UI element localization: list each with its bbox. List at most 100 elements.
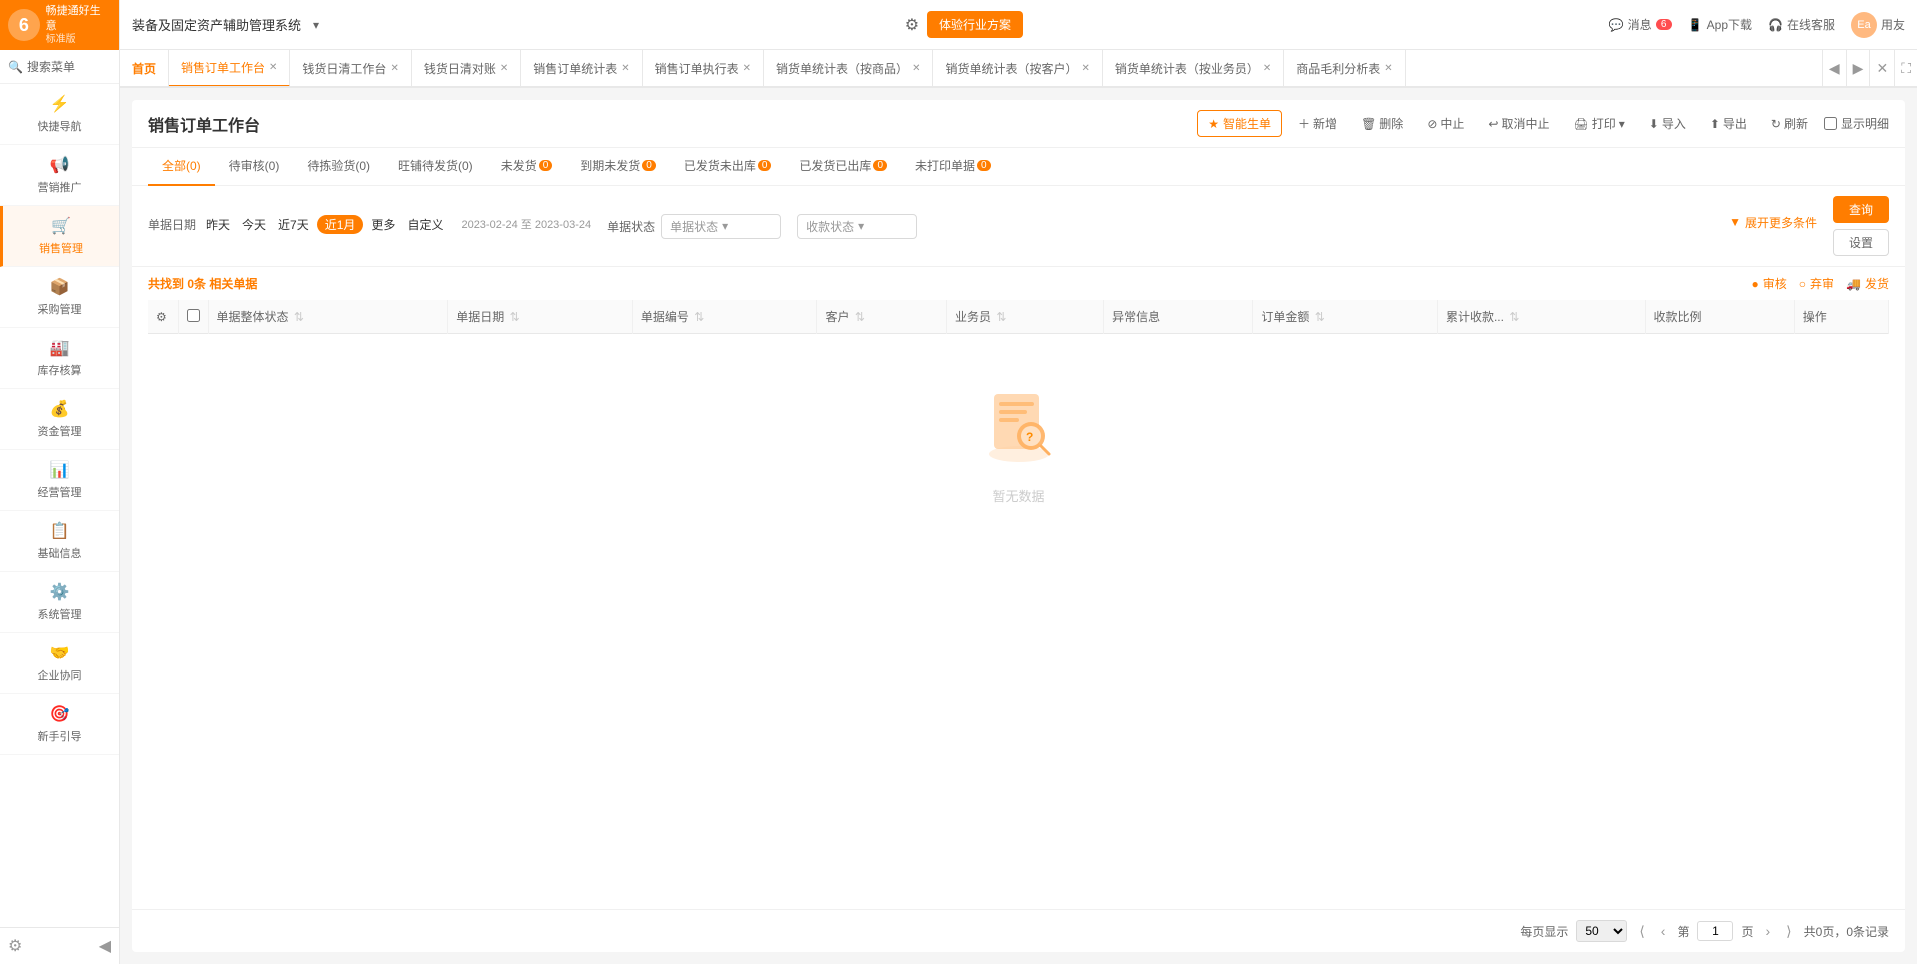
cancel-review-btn[interactable]: ○ 弃审 bbox=[1799, 275, 1834, 292]
th-checkbox[interactable] bbox=[178, 300, 208, 334]
add-btn[interactable]: ＋ 新增 bbox=[1290, 111, 1345, 136]
set-btn[interactable]: 设置 bbox=[1833, 229, 1889, 256]
payment-status-select[interactable]: 收款状态 ▾ bbox=[797, 214, 917, 239]
page-last-btn[interactable]: ⟩ bbox=[1782, 921, 1795, 942]
date-btn-custom[interactable]: 自定义 bbox=[403, 214, 447, 235]
stop-btn[interactable]: ⊘ 中止 bbox=[1419, 111, 1472, 136]
tab-sales-by-staff[interactable]: 销货单统计表（按业务员） ✕ bbox=[1103, 50, 1284, 87]
page-size-select[interactable]: 50 100 200 bbox=[1576, 920, 1627, 942]
print-btn[interactable]: 🖨 打印 ▾ bbox=[1565, 111, 1632, 136]
date-btn-1month[interactable]: 近1月 bbox=[317, 215, 364, 234]
tab-close-sales-by-customer[interactable]: ✕ bbox=[1081, 63, 1089, 74]
status-select[interactable]: 单据状态 ▾ bbox=[661, 214, 781, 239]
expand-conditions-btn[interactable]: ▼ 展开更多条件 bbox=[1729, 214, 1817, 231]
show-detail-checkbox[interactable] bbox=[1824, 117, 1837, 130]
tab-cash-reconcile[interactable]: 钱货日清对账 ✕ bbox=[412, 50, 521, 87]
sub-tab-wangpu-pending[interactable]: 旺铺待发货(0) bbox=[384, 148, 487, 186]
sort-date[interactable]: ⇅ bbox=[510, 310, 520, 324]
sub-tab-not-delivered[interactable]: 未发货 0 bbox=[487, 148, 567, 186]
tab-close-all-btn[interactable]: ✕ bbox=[1869, 50, 1894, 87]
show-detail-label[interactable]: 显示明细 bbox=[1824, 115, 1889, 132]
sub-tab-not-printed[interactable]: 未打印单据 0 bbox=[901, 148, 1005, 186]
th-settings[interactable]: ⚙ bbox=[148, 300, 178, 334]
tab-close-sales-stats[interactable]: ✕ bbox=[621, 63, 629, 74]
ship-btn[interactable]: 🚚 发货 bbox=[1846, 275, 1889, 292]
tab-cash-daily[interactable]: 钱货日清工作台 ✕ bbox=[290, 50, 411, 87]
sidebar-item-system[interactable]: ⚙️ 系统管理 bbox=[0, 572, 119, 633]
app-download-item[interactable]: 📱 App下载 bbox=[1688, 16, 1752, 33]
tab-sales-stats[interactable]: 销售订单统计表 ✕ bbox=[521, 50, 642, 87]
review-btn[interactable]: ● 审核 bbox=[1752, 275, 1787, 292]
page-input[interactable] bbox=[1697, 921, 1733, 941]
message-badge: 6 bbox=[1656, 19, 1672, 30]
table-wrap: ⚙ 单据整体状态 ⇅ 单据日期 ⇅ 单据编号 bbox=[132, 300, 1905, 909]
page-prev-btn[interactable]: ‹ bbox=[1657, 921, 1670, 941]
settings-bottom-btn[interactable]: ⚙ bbox=[8, 936, 22, 956]
tab-close-cash-daily[interactable]: ✕ bbox=[390, 63, 398, 74]
cancel-stop-btn[interactable]: ↩ 取消中止 bbox=[1480, 111, 1557, 136]
tab-sales-execute[interactable]: 销售订单执行表 ✕ bbox=[643, 50, 764, 87]
sidebar-item-purchase[interactable]: 📦 采购管理 bbox=[0, 267, 119, 328]
sort-amount[interactable]: ⇅ bbox=[1315, 310, 1325, 324]
sort-customer[interactable]: ⇅ bbox=[855, 310, 865, 324]
page-first-btn[interactable]: ⟨ bbox=[1635, 921, 1648, 942]
sub-tab-pending-review[interactable]: 待审核(0) bbox=[215, 148, 294, 186]
user-item[interactable]: Ea 用友 bbox=[1851, 12, 1905, 38]
topbar-right: 💬 消息 6 📱 App下载 🎧 在线客服 Ea 用友 bbox=[1609, 12, 1905, 38]
date-btn-more[interactable]: 更多 bbox=[367, 214, 399, 235]
export-btn[interactable]: ⬆ 导出 bbox=[1702, 111, 1755, 136]
sidebar-item-marketing[interactable]: 📢 营销推广 bbox=[0, 145, 119, 206]
solution-btn[interactable]: 体验行业方案 bbox=[927, 11, 1023, 38]
import-btn[interactable]: ⬇ 导入 bbox=[1641, 111, 1694, 136]
logo-text: 畅捷通好生意 标准版 bbox=[46, 4, 111, 46]
sidebar-item-quick-nav[interactable]: ⚡ 快捷导航 bbox=[0, 84, 119, 145]
sidebar-item-guide[interactable]: 🎯 新手引导 bbox=[0, 694, 119, 755]
search-menu[interactable]: 🔍 搜索菜单 bbox=[0, 50, 119, 84]
topbar-gear-icon[interactable]: ⚙ bbox=[905, 15, 919, 35]
online-service-item[interactable]: 🎧 在线客服 bbox=[1768, 16, 1835, 33]
smart-generate-btn[interactable]: ★ 智能生单 bbox=[1197, 110, 1282, 137]
sort-staff[interactable]: ⇅ bbox=[996, 310, 1006, 324]
sub-tab-expired-not-delivered[interactable]: 到期未发货 0 bbox=[566, 148, 670, 186]
date-btn-7days[interactable]: 近7天 bbox=[274, 214, 313, 235]
sort-status[interactable]: ⇅ bbox=[294, 310, 304, 324]
tab-next-btn[interactable]: ▶ bbox=[1846, 50, 1870, 87]
tab-close-sales-workbench[interactable]: ✕ bbox=[269, 62, 277, 73]
tab-prev-btn[interactable]: ◀ bbox=[1822, 50, 1846, 87]
sub-tab-delivered-not-out[interactable]: 已发货未出库 0 bbox=[670, 148, 786, 186]
sidebar-item-inventory[interactable]: 🏭 库存核算 bbox=[0, 328, 119, 389]
message-item[interactable]: 💬 消息 6 bbox=[1609, 16, 1672, 33]
sub-tab-all[interactable]: 全部(0) bbox=[148, 148, 215, 186]
sidebar-item-enterprise[interactable]: 🤝 企业协同 bbox=[0, 633, 119, 694]
tab-close-sales-by-product[interactable]: ✕ bbox=[912, 63, 920, 74]
sub-tab-delivered-out[interactable]: 已发货已出库 0 bbox=[785, 148, 901, 186]
tab-close-sales-execute[interactable]: ✕ bbox=[743, 63, 751, 74]
tab-home[interactable]: 首页 bbox=[120, 50, 169, 87]
refresh-btn[interactable]: ↻ 刷新 bbox=[1763, 111, 1816, 136]
logo-icon: 6 bbox=[8, 9, 40, 41]
tab-maximize-btn[interactable]: ⛶ bbox=[1894, 50, 1917, 87]
system-dropdown[interactable]: ▾ bbox=[313, 18, 319, 32]
sidebar-item-basic[interactable]: 📋 基础信息 bbox=[0, 511, 119, 572]
collapse-btn[interactable]: ◀ bbox=[99, 936, 111, 956]
tab-close-cash-reconcile[interactable]: ✕ bbox=[500, 63, 508, 74]
tab-sales-by-product[interactable]: 销货单统计表（按商品） ✕ bbox=[764, 50, 933, 87]
delete-btn[interactable]: 🗑 删除 bbox=[1353, 111, 1411, 136]
sidebar-item-finance[interactable]: 💰 资金管理 bbox=[0, 389, 119, 450]
sub-tab-pending-inspect[interactable]: 待拣验货(0) bbox=[293, 148, 384, 186]
date-btn-today[interactable]: 今天 bbox=[238, 214, 270, 235]
date-btn-yesterday[interactable]: 昨天 bbox=[202, 214, 234, 235]
sort-collected[interactable]: ⇅ bbox=[1509, 310, 1519, 324]
tab-sales-workbench[interactable]: 销售订单工作台 ✕ bbox=[169, 50, 290, 87]
sidebar-item-operations[interactable]: 📊 经营管理 bbox=[0, 450, 119, 511]
sales-icon: 🛒 bbox=[51, 216, 71, 236]
select-all-checkbox[interactable] bbox=[187, 309, 200, 322]
tab-product-margin[interactable]: 商品毛利分析表 ✕ bbox=[1284, 50, 1405, 87]
page-next-btn[interactable]: › bbox=[1762, 921, 1775, 941]
sidebar-item-sales[interactable]: 🛒 销售管理 bbox=[0, 206, 119, 267]
tab-sales-by-customer[interactable]: 销货单统计表（按客户） ✕ bbox=[933, 50, 1102, 87]
sort-number[interactable]: ⇅ bbox=[694, 310, 704, 324]
tab-close-sales-by-staff[interactable]: ✕ bbox=[1263, 63, 1271, 74]
tab-close-product-margin[interactable]: ✕ bbox=[1384, 63, 1392, 74]
query-btn[interactable]: 查询 bbox=[1833, 196, 1889, 223]
